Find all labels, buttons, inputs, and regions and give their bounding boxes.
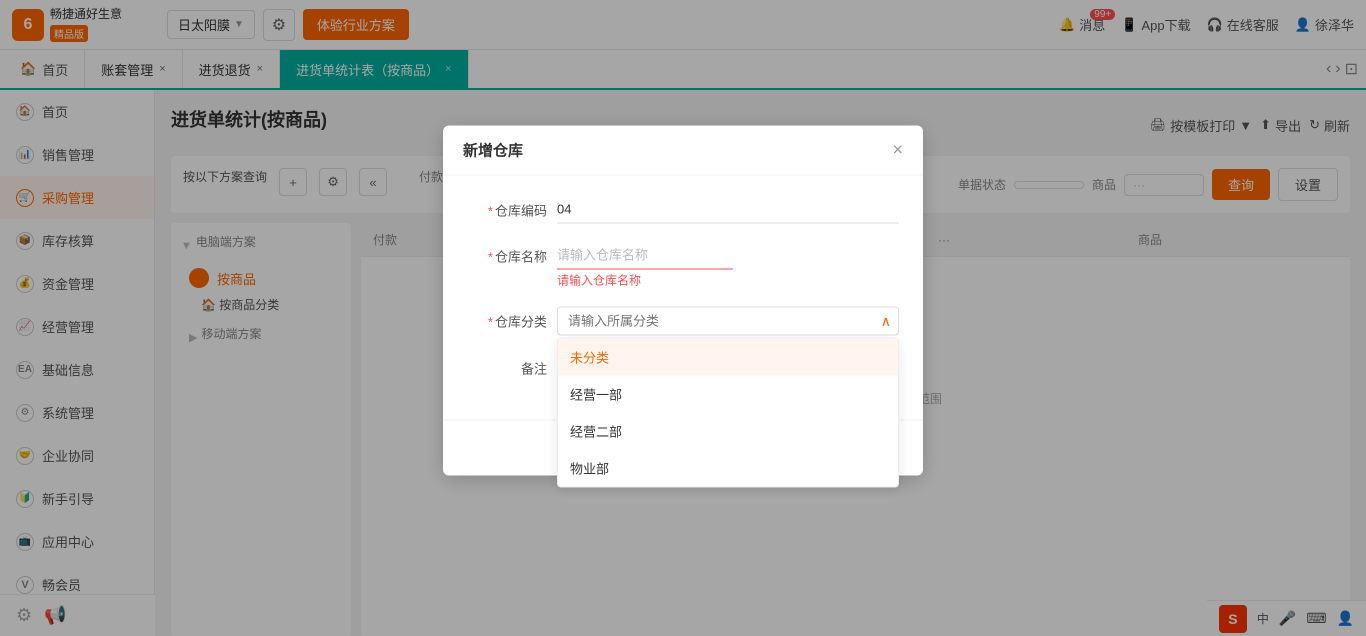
form-row-category: *仓库分类 ∧ 未分类 经营一部 经营二部 物业部 — [467, 307, 899, 336]
add-warehouse-modal: 新增仓库 × *仓库编码 *仓库名称 请输入仓库名称 — [443, 126, 923, 476]
form-row-code: *仓库编码 — [467, 196, 899, 224]
category-input[interactable] — [557, 307, 899, 336]
note-label: 备注 — [467, 358, 547, 377]
modal-close-button[interactable]: × — [892, 140, 903, 161]
form-row-name: *仓库名称 请输入仓库名称 — [467, 242, 899, 289]
category-dropdown: ∧ 未分类 经营一部 经营二部 物业部 — [557, 307, 899, 336]
name-label: *仓库名称 — [467, 246, 547, 265]
dropdown-option-dept3[interactable]: 物业部 — [558, 450, 898, 487]
dropdown-option-dept1[interactable]: 经营一部 — [558, 376, 898, 413]
name-error-message: 请输入仓库名称 — [557, 274, 641, 288]
dropdown-option-uncategorized[interactable]: 未分类 — [558, 339, 898, 376]
modal-header: 新增仓库 × — [443, 126, 923, 176]
modal-title: 新增仓库 — [463, 140, 523, 161]
category-label: *仓库分类 — [467, 312, 547, 331]
modal-body: *仓库编码 *仓库名称 请输入仓库名称 *仓库分类 — [443, 176, 923, 420]
name-input[interactable] — [557, 242, 733, 270]
code-input[interactable] — [557, 196, 899, 224]
category-dropdown-list: 未分类 经营一部 经营二部 物业部 — [557, 338, 899, 488]
dropdown-arrow-icon[interactable]: ∧ — [881, 313, 891, 330]
code-label: *仓库编码 — [467, 200, 547, 219]
dropdown-option-dept2[interactable]: 经营二部 — [558, 413, 898, 450]
